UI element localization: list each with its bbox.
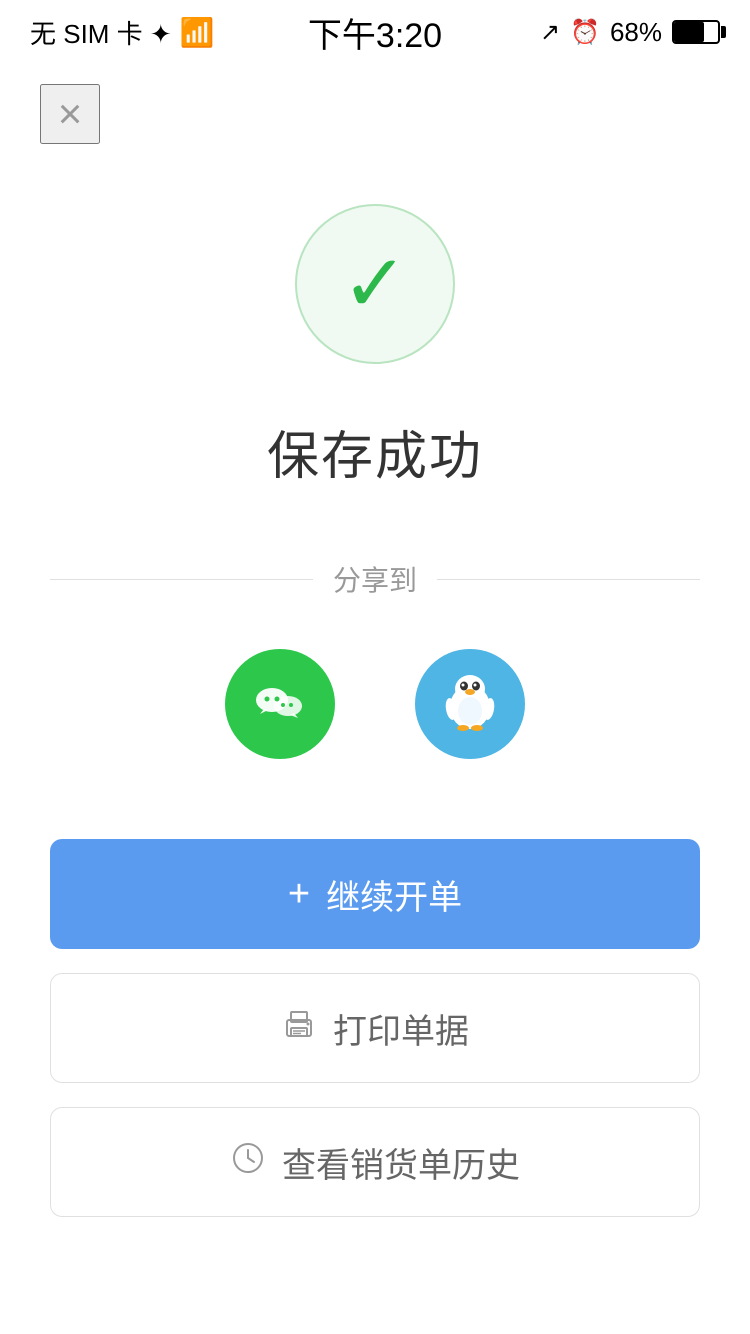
print-button[interactable]: 打印单据 bbox=[50, 973, 700, 1083]
share-divider: 分享到 bbox=[50, 559, 700, 599]
wechat-icon bbox=[250, 674, 310, 734]
success-icon-wrapper: ✓ bbox=[295, 204, 455, 364]
alarm-icon: ⏰ bbox=[570, 18, 600, 47]
battery-icon bbox=[672, 20, 720, 44]
status-left: 无 SIM 卡 ✦ 📶 bbox=[30, 14, 215, 51]
sim-status: 无 SIM 卡 ✦ bbox=[30, 14, 172, 51]
success-title: 保存成功 bbox=[267, 414, 483, 489]
plus-icon: + bbox=[288, 873, 310, 916]
qq-icon bbox=[439, 671, 501, 737]
main-content: × ✓ 保存成功 分享到 bbox=[0, 64, 750, 1334]
status-right: ↗ ⏰ 68% bbox=[540, 17, 720, 48]
share-label: 分享到 bbox=[333, 559, 417, 599]
divider-line-left bbox=[50, 579, 313, 580]
printer-icon bbox=[281, 1006, 317, 1051]
continue-label: 继续开单 bbox=[326, 870, 462, 919]
status-time: 下午3:20 bbox=[308, 8, 442, 57]
continue-button[interactable]: + 继续开单 bbox=[50, 839, 700, 949]
checkmark-icon: ✓ bbox=[341, 244, 408, 324]
close-button[interactable]: × bbox=[40, 84, 100, 144]
battery-percent: 68% bbox=[610, 17, 662, 48]
status-bar: 无 SIM 卡 ✦ 📶 下午3:20 ↗ ⏰ 68% bbox=[0, 0, 750, 64]
share-wechat-button[interactable] bbox=[225, 649, 335, 759]
wifi-icon: 📶 bbox=[180, 16, 215, 49]
history-label: 查看销货单历史 bbox=[282, 1138, 520, 1187]
history-button[interactable]: 查看销货单历史 bbox=[50, 1107, 700, 1217]
print-label: 打印单据 bbox=[333, 1004, 469, 1053]
action-buttons: + 继续开单 打印单据 bbox=[50, 839, 700, 1217]
share-buttons bbox=[50, 649, 700, 759]
close-icon: × bbox=[58, 93, 83, 135]
battery-fill bbox=[674, 22, 704, 42]
location-icon: ↗ bbox=[540, 18, 560, 47]
share-qq-button[interactable] bbox=[415, 649, 525, 759]
clock-icon bbox=[230, 1140, 266, 1185]
divider-line-right bbox=[437, 579, 700, 580]
